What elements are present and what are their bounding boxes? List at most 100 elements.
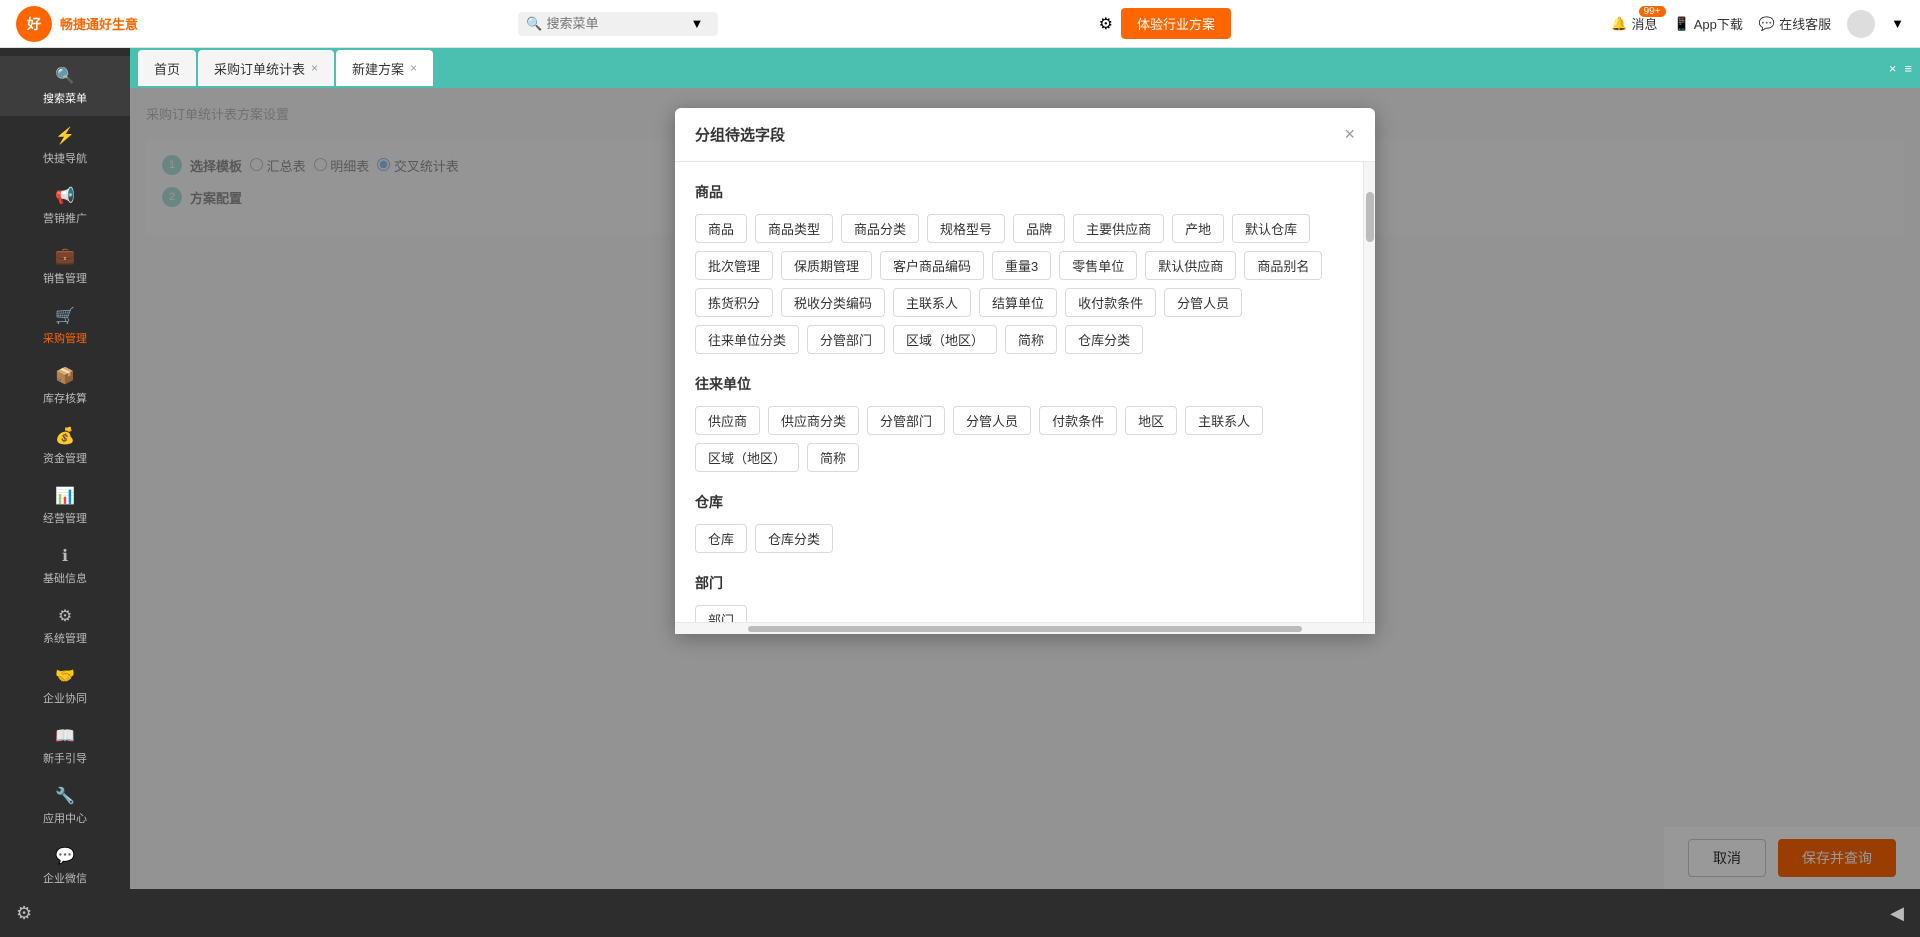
- field-tag-partner-category[interactable]: 往来单位分类: [695, 325, 799, 354]
- tab-new-plan-label: 新建方案: [352, 59, 404, 78]
- enterprise-icon: 🤝: [55, 666, 75, 686]
- tab-home[interactable]: 首页: [138, 50, 196, 86]
- sidebar-inventory-label: 库存核算: [43, 390, 87, 406]
- sidebar-item-finance[interactable]: 💰 资金管理: [0, 416, 130, 476]
- sidebar-item-quick-nav[interactable]: ⚡ 快捷导航: [0, 116, 130, 176]
- sidebar-item-wechat[interactable]: 💬 企业微信: [0, 836, 130, 889]
- field-tag-payment-terms[interactable]: 收付款条件: [1065, 288, 1156, 317]
- main-area: 🔍 搜索菜单 ⚡ 快捷导航 📢 营销推广 💼 销售管理 🛒 采购管理 📦: [0, 48, 1920, 889]
- online-service-icon: 💬: [1759, 16, 1775, 32]
- sidebar-item-inventory[interactable]: 📦 库存核算: [0, 356, 130, 416]
- section-warehouse: 仓库 仓库 仓库分类: [695, 492, 1343, 553]
- field-tag-expiry[interactable]: 保质期管理: [781, 251, 872, 280]
- sidebar-item-apps[interactable]: 🔧 应用中心: [0, 776, 130, 836]
- field-tag-main-contact[interactable]: 主联系人: [893, 288, 971, 317]
- field-tag-pay-terms[interactable]: 付款条件: [1039, 406, 1117, 435]
- field-tag-supplier-category[interactable]: 供应商分类: [768, 406, 859, 435]
- modal-vertical-scrollbar[interactable]: [1363, 162, 1375, 622]
- field-tag-pick-score[interactable]: 拣货积分: [695, 288, 773, 317]
- field-tag-dept-partner[interactable]: 分管部门: [867, 406, 945, 435]
- guide-icon: 📖: [55, 726, 75, 746]
- content-area: 首页 采购订单统计表 × 新建方案 × × ≡ 采购订单统计表方案设置: [130, 48, 1920, 889]
- settings-icon[interactable]: ⚙: [1099, 14, 1113, 34]
- inventory-icon: 📦: [55, 366, 75, 386]
- field-tag-goods[interactable]: 商品: [695, 214, 747, 243]
- bottom-settings-icon[interactable]: ⚙: [16, 903, 32, 924]
- tab-new-plan-close[interactable]: ×: [410, 61, 417, 75]
- field-tag-default-supplier[interactable]: 默认供应商: [1145, 251, 1236, 280]
- sidebar-item-guide[interactable]: 📖 新手引导: [0, 716, 130, 776]
- modal-scroll-area[interactable]: 商品 商品 商品类型 商品分类 规格型号 品牌 主要供应商 产地: [675, 162, 1363, 622]
- field-tag-warehouse-category[interactable]: 仓库分类: [755, 524, 833, 553]
- section-department: 部门 部门: [695, 573, 1343, 622]
- sidebar-item-sales[interactable]: 💼 销售管理: [0, 236, 130, 296]
- field-tag-region-goods[interactable]: 区域（地区）: [893, 325, 997, 354]
- tab-home-label: 首页: [154, 59, 180, 78]
- sidebar-item-marketing[interactable]: 📢 营销推广: [0, 176, 130, 236]
- field-tag-customer-code[interactable]: 客户商品编码: [880, 251, 984, 280]
- field-tag-alias[interactable]: 商品别名: [1244, 251, 1322, 280]
- field-tag-default-warehouse[interactable]: 默认仓库: [1232, 214, 1310, 243]
- modal-close-button[interactable]: ×: [1344, 124, 1355, 145]
- notification-item[interactable]: 🔔 99+ 消息: [1611, 14, 1657, 33]
- field-tag-main-supplier[interactable]: 主要供应商: [1073, 214, 1164, 243]
- sidebar-item-enterprise[interactable]: 🤝 企业协同: [0, 656, 130, 716]
- system-icon: ⚙: [58, 606, 72, 626]
- field-tag-tax-code[interactable]: 税收分类编码: [781, 288, 885, 317]
- sidebar: 🔍 搜索菜单 ⚡ 快捷导航 📢 营销推广 💼 销售管理 🛒 采购管理 📦: [0, 48, 130, 889]
- section-warehouse-title: 仓库: [695, 492, 1343, 512]
- section-partner-fields: 供应商 供应商分类 分管部门 分管人员 付款条件 地区 主联系人 区域（地区）: [695, 406, 1343, 472]
- search-input[interactable]: [547, 16, 687, 31]
- sidebar-item-system[interactable]: ⚙ 系统管理: [0, 596, 130, 656]
- field-tag-manager[interactable]: 分管人员: [1164, 288, 1242, 317]
- tab-bar-menu-icon[interactable]: ≡: [1904, 61, 1912, 76]
- finance-icon: 💰: [55, 426, 75, 446]
- field-tag-person-partner[interactable]: 分管人员: [953, 406, 1031, 435]
- app-download-item[interactable]: 📱 App下载: [1674, 14, 1743, 33]
- field-tag-batch[interactable]: 批次管理: [695, 251, 773, 280]
- search-icon: 🔍: [526, 16, 542, 32]
- field-tag-short-name-partner[interactable]: 简称: [807, 443, 859, 472]
- modal-overlay: 分组待选字段 × 商品 商品 商品类型: [130, 88, 1920, 889]
- field-tag-spec[interactable]: 规格型号: [927, 214, 1005, 243]
- sidebar-basic-info-label: 基础信息: [43, 570, 87, 586]
- field-tag-goods-type[interactable]: 商品类型: [755, 214, 833, 243]
- field-tag-warehouse[interactable]: 仓库: [695, 524, 747, 553]
- dropdown-icon: ▼: [691, 16, 704, 31]
- search-bar[interactable]: 🔍 ▼: [518, 12, 718, 36]
- field-tag-wh-category[interactable]: 仓库分类: [1065, 325, 1143, 354]
- section-warehouse-fields: 仓库 仓库分类: [695, 524, 1343, 553]
- tab-purchase-stats-close[interactable]: ×: [311, 61, 318, 75]
- tab-new-plan[interactable]: 新建方案 ×: [336, 50, 433, 86]
- field-tag-origin[interactable]: 产地: [1172, 214, 1224, 243]
- sidebar-item-operations[interactable]: 📊 经营管理: [0, 476, 130, 536]
- user-avatar[interactable]: [1847, 10, 1875, 38]
- bottom-collapse-icon[interactable]: ◀: [1890, 903, 1904, 924]
- notification-icon: 🔔: [1611, 16, 1627, 32]
- field-tag-main-contact-partner[interactable]: 主联系人: [1185, 406, 1263, 435]
- field-tag-department[interactable]: 部门: [695, 605, 747, 622]
- modal-header: 分组待选字段 ×: [675, 108, 1375, 162]
- modal-horizontal-scrollbar[interactable]: [675, 622, 1375, 634]
- field-tag-weight[interactable]: 重量3: [992, 251, 1051, 280]
- tab-purchase-stats[interactable]: 采购订单统计表 ×: [198, 50, 334, 86]
- online-service-item[interactable]: 💬 在线客服: [1759, 14, 1831, 33]
- field-tag-goods-category[interactable]: 商品分类: [841, 214, 919, 243]
- field-tag-dept-in-charge[interactable]: 分管部门: [807, 325, 885, 354]
- section-department-fields: 部门: [695, 605, 1343, 622]
- trial-button[interactable]: 体验行业方案: [1121, 8, 1231, 39]
- sidebar-item-purchase[interactable]: 🛒 采购管理: [0, 296, 130, 356]
- sidebar-item-search[interactable]: 🔍 搜索菜单: [0, 56, 130, 116]
- field-tag-brand[interactable]: 品牌: [1013, 214, 1065, 243]
- field-tag-settle-unit[interactable]: 结算单位: [979, 288, 1057, 317]
- sidebar-marketing-label: 营销推广: [43, 210, 87, 226]
- field-tag-short-name-goods[interactable]: 简称: [1005, 325, 1057, 354]
- field-tag-supplier[interactable]: 供应商: [695, 406, 760, 435]
- sidebar-item-basic-info[interactable]: ℹ 基础信息: [0, 536, 130, 596]
- field-tag-region-partner[interactable]: 区域（地区）: [695, 443, 799, 472]
- tab-bar-close-icon[interactable]: ×: [1889, 61, 1897, 76]
- top-icon-group: 🔔 99+ 消息 📱 App下载 💬 在线客服 ▼: [1611, 10, 1904, 38]
- field-tag-area[interactable]: 地区: [1125, 406, 1177, 435]
- tab-purchase-stats-label: 采购订单统计表: [214, 59, 305, 78]
- field-tag-retail-unit[interactable]: 零售单位: [1059, 251, 1137, 280]
